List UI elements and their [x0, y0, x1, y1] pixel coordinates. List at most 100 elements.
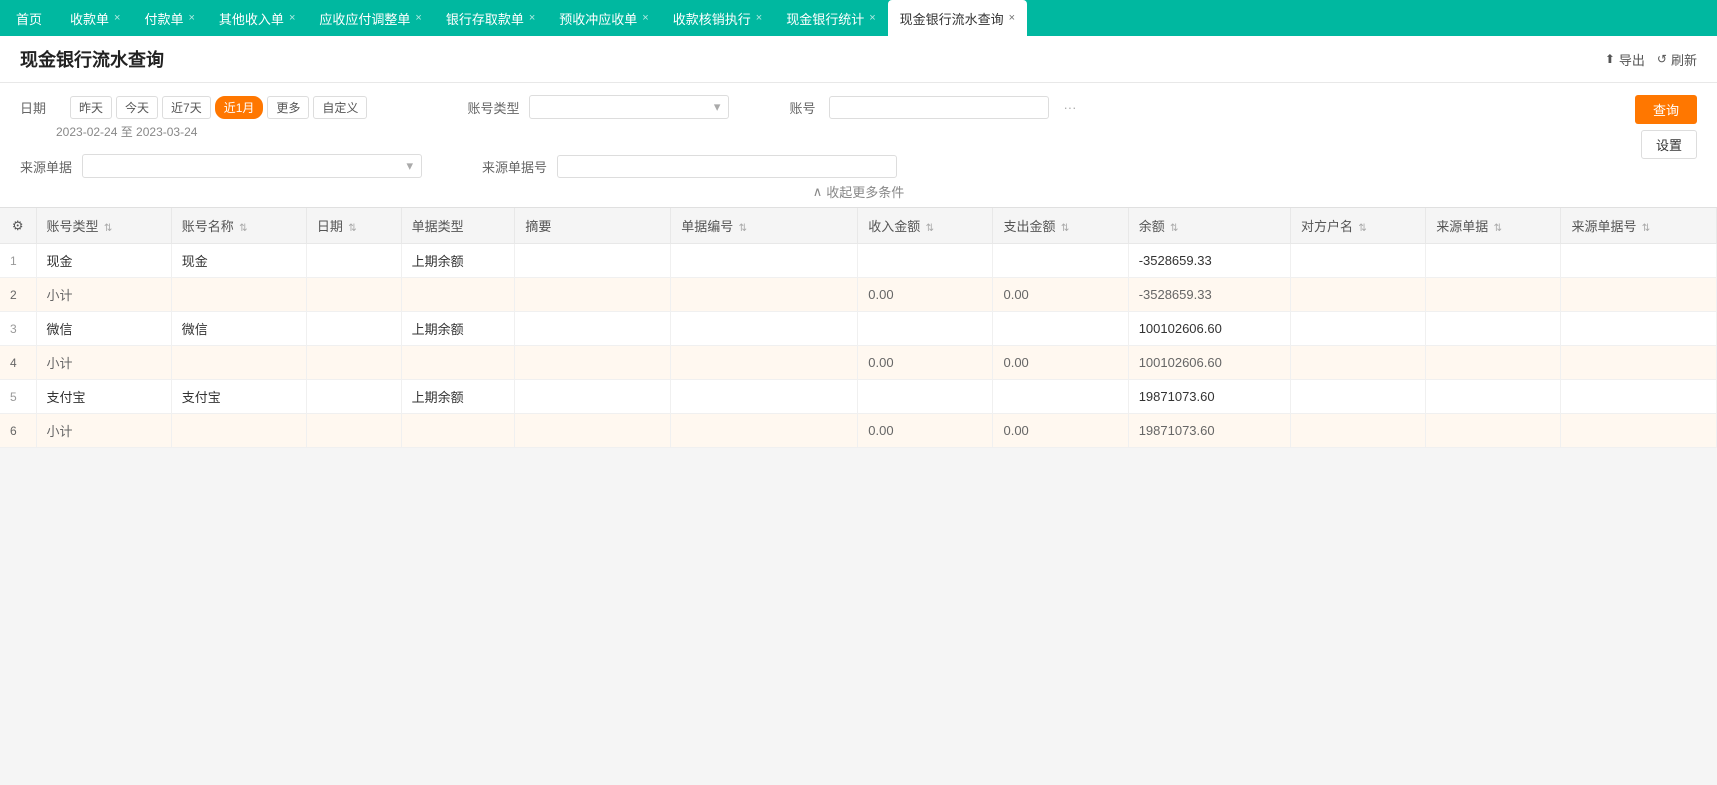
column-account-type[interactable]: 账号类型 ⇅	[36, 208, 171, 244]
date-btn-yesterday[interactable]: 昨天	[70, 96, 112, 119]
nav-item-fukuandan[interactable]: 付款单 ×	[132, 0, 206, 36]
column-counterpart[interactable]: 对方户名 ⇅	[1291, 208, 1426, 244]
date-range-display: 2023-02-24 至 2023-03-24	[56, 125, 197, 139]
table-row: 5支付宝支付宝上期余额19871073.60	[0, 380, 1717, 414]
column-balance[interactable]: 余额 ⇅	[1128, 208, 1290, 244]
filter-row-1: 日期 昨天 今天 近7天 近1月 更多 自定义 账号类型 ▾ 账号	[20, 95, 1583, 119]
sort-icon: ⇅	[1642, 223, 1650, 234]
nav-item-shoukuandan[interactable]: 收款单 ×	[58, 0, 132, 36]
nav-item-yinhangcunqu[interactable]: 银行存取款单 ×	[434, 0, 547, 36]
cell-doc_type	[401, 278, 515, 312]
date-btn-1month[interactable]: 近1月	[215, 96, 264, 119]
cell-balance: 100102606.60	[1128, 346, 1290, 380]
source-doc-select[interactable]: ▾	[82, 154, 422, 178]
refresh-icon: ↺	[1657, 52, 1667, 66]
cell-account_type: 小计	[36, 414, 171, 448]
close-icon[interactable]: ×	[289, 12, 295, 24]
column-income[interactable]: 收入金额 ⇅	[858, 208, 993, 244]
table-row: 3微信微信上期余额100102606.60	[0, 312, 1717, 346]
source-doc-no-input[interactable]	[557, 155, 897, 178]
query-button[interactable]: 查询	[1635, 95, 1697, 124]
table-header-row: ⚙ 账号类型 ⇅ 账号名称 ⇅ 日期 ⇅ 单据类型 摘要	[0, 208, 1717, 244]
header-actions: ⬆ 导出 ↺ 刷新	[1605, 50, 1697, 69]
date-btn-today[interactable]: 今天	[116, 96, 158, 119]
close-icon[interactable]: ×	[756, 12, 762, 24]
cell-account_type: 支付宝	[36, 380, 171, 414]
account-type-select[interactable]: ▾	[529, 95, 729, 119]
column-date[interactable]: 日期 ⇅	[306, 208, 401, 244]
nav-item-qitashouru[interactable]: 其他收入单 ×	[207, 0, 307, 36]
cell-account_type: 现金	[36, 244, 171, 278]
close-icon[interactable]: ×	[869, 12, 875, 24]
column-summary[interactable]: 摘要	[515, 208, 671, 244]
column-settings[interactable]: ⚙	[0, 208, 36, 244]
cell-num: 3	[0, 312, 36, 346]
filter-buttons: 查询 设置	[1607, 95, 1697, 159]
settings-button[interactable]: 设置	[1641, 130, 1697, 159]
close-icon[interactable]: ×	[188, 12, 194, 24]
top-navigation: 首页 收款单 × 付款单 × 其他收入单 × 应收应付调整单 × 银行存取款单 …	[0, 0, 1717, 36]
nav-item-yingshouyingfu[interactable]: 应收应付调整单 ×	[307, 0, 433, 36]
sort-icon: ⇅	[739, 223, 747, 234]
cell-account_type: 微信	[36, 312, 171, 346]
nav-home[interactable]: 首页	[0, 9, 58, 28]
column-expense[interactable]: 支出金额 ⇅	[993, 208, 1128, 244]
table-row: 2小计0.000.00-3528659.33	[0, 278, 1717, 312]
cell-date	[306, 244, 401, 278]
cell-expense	[993, 312, 1128, 346]
filter-area: 日期 昨天 今天 近7天 近1月 更多 自定义 账号类型 ▾ 账号	[0, 83, 1717, 208]
date-options: 昨天 今天 近7天 近1月 更多 自定义	[70, 96, 367, 119]
close-icon[interactable]: ×	[415, 12, 421, 24]
nav-item-xianjintongji[interactable]: 现金银行统计 ×	[774, 0, 887, 36]
column-source-doc-no[interactable]: 来源单据号 ⇅	[1561, 208, 1717, 244]
sort-icon: ⇅	[926, 223, 934, 234]
nav-item-liushui[interactable]: 现金银行流水查询 ×	[888, 0, 1027, 36]
cell-doc_type	[401, 414, 515, 448]
date-btn-more[interactable]: 更多	[267, 96, 309, 119]
close-icon[interactable]: ×	[1009, 12, 1015, 24]
export-button[interactable]: ⬆ 导出	[1605, 50, 1645, 69]
gear-icon[interactable]: ⚙	[12, 218, 24, 233]
cell-doc_no	[671, 414, 858, 448]
column-doc-type[interactable]: 单据类型	[401, 208, 515, 244]
cell-expense: 0.00	[993, 346, 1128, 380]
cell-source_doc_no	[1561, 312, 1717, 346]
cell-date	[306, 414, 401, 448]
cell-income: 0.00	[858, 278, 993, 312]
date-btn-custom[interactable]: 自定义	[313, 96, 367, 119]
nav-item-shoukuanhexiao[interactable]: 收款核销执行 ×	[661, 0, 774, 36]
cell-account_name: 微信	[171, 312, 306, 346]
sort-icon: ⇅	[1170, 223, 1178, 234]
nav-item-yushou[interactable]: 预收冲应收单 ×	[547, 0, 660, 36]
column-account-name[interactable]: 账号名称 ⇅	[171, 208, 306, 244]
close-icon[interactable]: ×	[529, 12, 535, 24]
filter-collapse-bar[interactable]: ∧ 收起更多条件	[20, 178, 1697, 207]
cell-source_doc	[1426, 312, 1561, 346]
date-btn-7days[interactable]: 近7天	[162, 96, 211, 119]
column-doc-no[interactable]: 单据编号 ⇅	[671, 208, 858, 244]
page-title: 现金银行流水查询	[20, 46, 164, 72]
more-dots-icon[interactable]: ···	[1059, 100, 1080, 115]
cell-source_doc	[1426, 380, 1561, 414]
cell-expense	[993, 380, 1128, 414]
cell-counterpart	[1291, 414, 1426, 448]
cell-date	[306, 380, 401, 414]
close-icon[interactable]: ×	[642, 12, 648, 24]
account-number-input[interactable]	[829, 96, 1049, 119]
cell-date	[306, 346, 401, 380]
cell-source_doc	[1426, 414, 1561, 448]
close-icon[interactable]: ×	[114, 12, 120, 24]
cell-summary	[515, 278, 671, 312]
cell-date	[306, 312, 401, 346]
refresh-button[interactable]: ↺ 刷新	[1657, 50, 1697, 69]
cell-num: 1	[0, 244, 36, 278]
chevron-down-icon: ▾	[406, 158, 413, 174]
cell-summary	[515, 380, 671, 414]
cell-expense	[993, 244, 1128, 278]
cell-num: 5	[0, 380, 36, 414]
cell-counterpart	[1291, 380, 1426, 414]
page-header: 现金银行流水查询 ⬆ 导出 ↺ 刷新	[0, 36, 1717, 83]
cell-counterpart	[1291, 312, 1426, 346]
column-source-doc[interactable]: 来源单据 ⇅	[1426, 208, 1561, 244]
cell-source_doc	[1426, 244, 1561, 278]
